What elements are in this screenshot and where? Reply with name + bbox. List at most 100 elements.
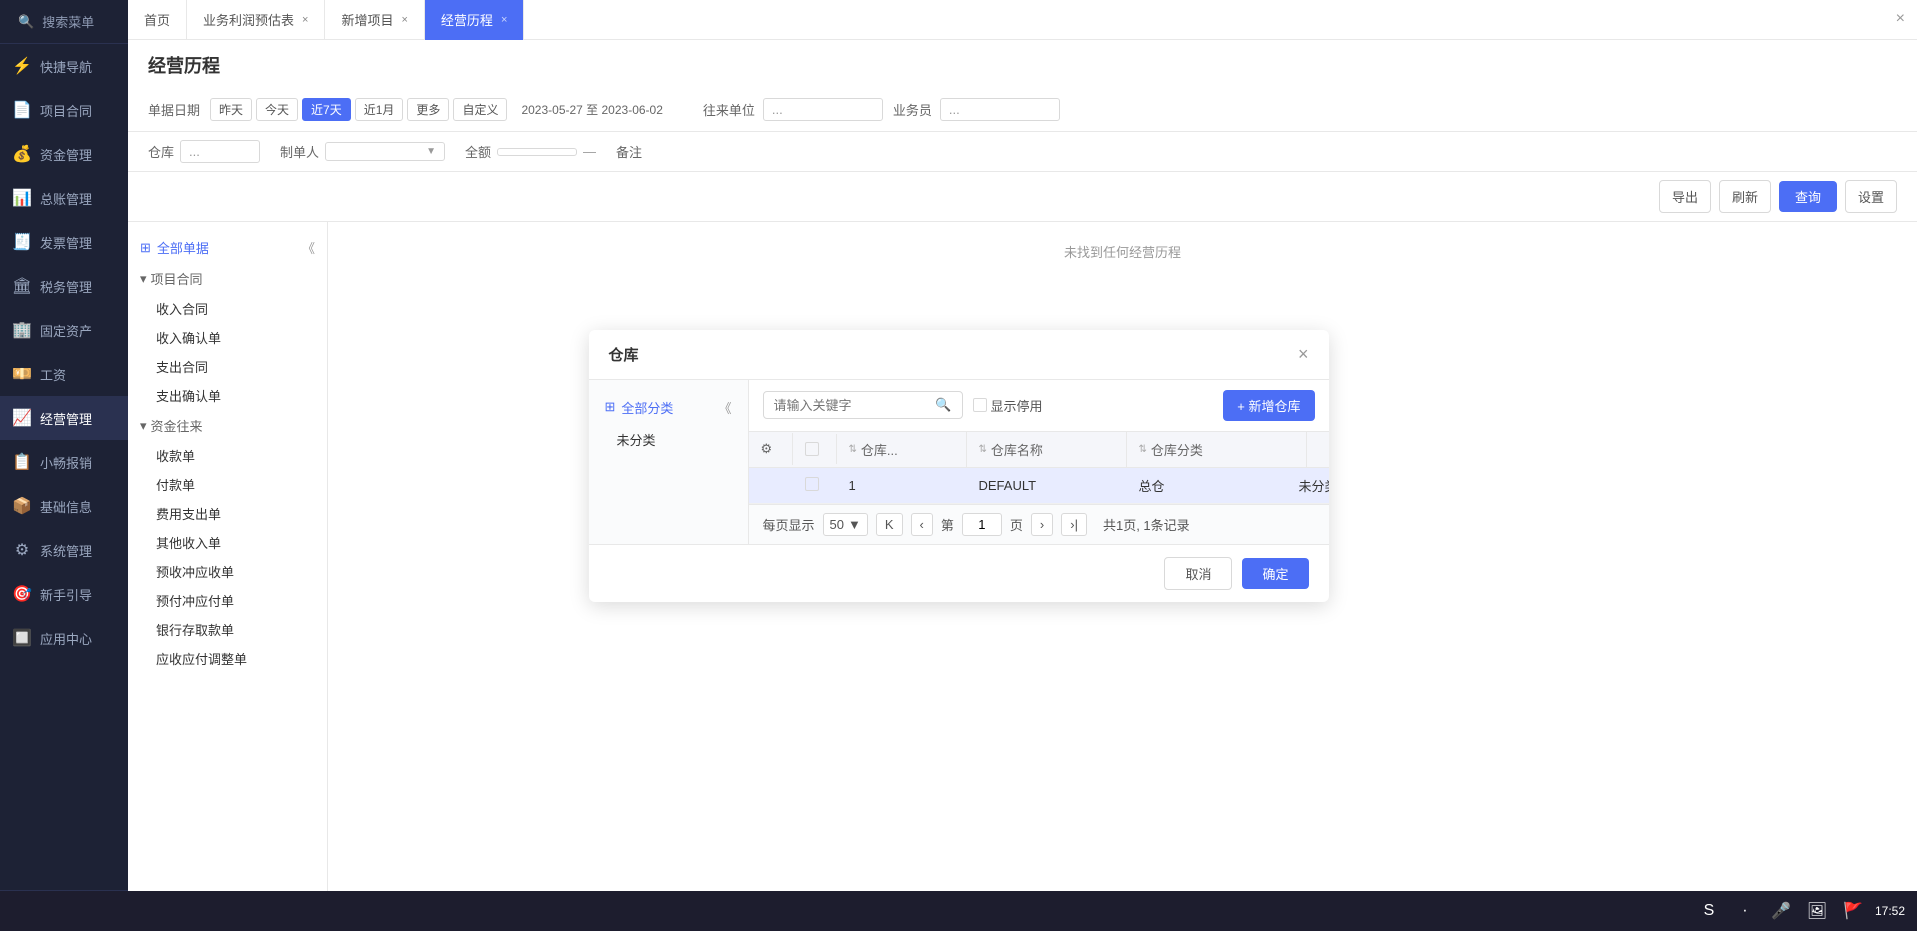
tree-item-bank-deposit[interactable]: 银行存取款单: [128, 615, 327, 644]
select-all-checkbox[interactable]: [805, 442, 819, 456]
tab-new-project-close[interactable]: ×: [401, 14, 407, 26]
salesperson-select[interactable]: ...: [940, 98, 1060, 121]
sidebar-item-operations[interactable]: 📈 经营管理: [0, 396, 128, 440]
th-code-label: 仓库...: [861, 440, 898, 459]
th-category: ⇅ 仓库分类: [1127, 432, 1307, 467]
row-checkbox-1[interactable]: [805, 477, 819, 491]
date-btn-1month[interactable]: 近1月: [355, 98, 404, 121]
modal-cancel-button[interactable]: 取消: [1164, 557, 1232, 590]
modal-content: 🔍 显示停用 + 新增仓库 ⚙: [749, 380, 1329, 544]
all-categories-label: 全部分类: [621, 398, 673, 417]
sidebar-item-salary[interactable]: 💴 工资: [0, 352, 128, 396]
tree-item-payment-confirm[interactable]: 支出确认单: [128, 381, 327, 410]
settings-button[interactable]: 设置: [1845, 180, 1897, 213]
tree-item-ar-ap-adjust[interactable]: 应收应付调整单: [128, 644, 327, 673]
modal-actions: 取消 确定: [589, 544, 1329, 602]
sidebar-item-basic-info[interactable]: 📦 基础信息: [0, 484, 128, 528]
window-close-icon[interactable]: ×: [1896, 10, 1905, 28]
modal-close-icon[interactable]: ×: [1298, 344, 1309, 365]
tabs-bar: 首页 业务利润预估表 × 新增项目 × 经营历程 × ×: [128, 0, 1917, 40]
taskbar-icon-s[interactable]: S: [1695, 897, 1723, 925]
tree-item-other-income[interactable]: 其他收入单: [128, 528, 327, 557]
taskbar-icon-img[interactable]: 🖼: [1803, 897, 1831, 925]
amount-dash: —: [583, 144, 596, 159]
tab-profit-estimate[interactable]: 业务利润预估表 ×: [187, 0, 325, 40]
date-btn-custom[interactable]: 自定义: [453, 98, 507, 121]
modal-sidebar-uncategorized[interactable]: 未分类: [589, 425, 748, 454]
maker-select[interactable]: ▼: [325, 142, 445, 161]
taskbar-icon-mic[interactable]: 🎤: [1767, 897, 1795, 925]
warehouse-select[interactable]: ...: [180, 140, 260, 163]
add-warehouse-button[interactable]: + 新增仓库: [1223, 390, 1314, 421]
sidebar-item-guide[interactable]: 🎯 新手引导: [0, 572, 128, 616]
sidebar-item-ledger[interactable]: 📊 总账管理: [0, 176, 128, 220]
sidebar-item-fund-management[interactable]: 💰 资金管理: [0, 132, 128, 176]
query-button[interactable]: 查询: [1779, 181, 1837, 212]
taskbar-icon-dot[interactable]: ·: [1731, 897, 1759, 925]
modal-page-input[interactable]: [962, 513, 1002, 536]
tree-group-project-contract[interactable]: ▾ 项目合同: [128, 263, 327, 294]
modal-per-page-label: 每页显示: [763, 515, 815, 534]
sidebar-item-fixed-assets[interactable]: 🏢 固定资产: [0, 308, 128, 352]
sidebar-item-invoice[interactable]: 🧾 发票管理: [0, 220, 128, 264]
sidebar-item-system[interactable]: ⚙ 系统管理: [0, 528, 128, 572]
remark-label: 备注: [616, 142, 642, 161]
show-disabled-checkbox[interactable]: [973, 398, 987, 412]
tree-item-income-confirm[interactable]: 收入确认单: [128, 323, 327, 352]
counterpart-select[interactable]: ...: [763, 98, 883, 121]
sidebar-item-quicknav[interactable]: ⚡ 快捷导航: [0, 44, 128, 88]
tree-item-payment[interactable]: 付款单: [128, 470, 327, 499]
date-btn-yesterday[interactable]: 昨天: [210, 98, 252, 121]
sidebar-search-label: 搜索菜单: [42, 12, 94, 31]
date-btn-today[interactable]: 今天: [256, 98, 298, 121]
sidebar-item-app-center[interactable]: 🔲 应用中心: [0, 616, 128, 660]
th-code: ⇅ 仓库...: [837, 432, 967, 467]
modal-first-page-btn[interactable]: K: [876, 513, 903, 536]
filter-area: 单据日期 昨天 今天 近7天 近1月 更多 自定义 2023-05-27 至 2…: [128, 88, 1917, 132]
sidebar-item-project-contract[interactable]: 📄 项目合同: [0, 88, 128, 132]
modal-confirm-button[interactable]: 确定: [1242, 558, 1308, 589]
modal-search-field[interactable]: [774, 398, 930, 413]
tree-item-income-contract[interactable]: 收入合同: [128, 294, 327, 323]
sidebar-item-tax[interactable]: 🏛 税务管理: [0, 264, 128, 308]
taskbar-icon-flag[interactable]: 🚩: [1839, 897, 1867, 925]
modal-prev-page-btn[interactable]: ‹: [911, 513, 933, 536]
action-bar: 导出 刷新 查询 设置: [128, 172, 1917, 222]
tab-new-project[interactable]: 新增项目 ×: [325, 0, 424, 40]
modal-last-page-btn[interactable]: ›|: [1061, 513, 1087, 536]
tree-group-fund[interactable]: ▾ 资金往来: [128, 410, 327, 441]
tab-home[interactable]: 首页: [128, 0, 187, 40]
tab-operations-history[interactable]: 经营历程 ×: [425, 0, 524, 40]
modal-total-text: 共1页, 1条记录: [1103, 515, 1190, 534]
sidebar-search[interactable]: 🔍 搜索菜单: [0, 0, 128, 44]
date-btn-7days[interactable]: 近7天: [302, 98, 351, 121]
tree-item-expense[interactable]: 费用支出单: [128, 499, 327, 528]
tree-item-prepaid-offset[interactable]: 预付冲应付单: [128, 586, 327, 615]
tab-operations-history-close[interactable]: ×: [501, 14, 507, 26]
export-button[interactable]: 导出: [1659, 180, 1711, 213]
sidebar-item-expense[interactable]: 📋 小畅报销: [0, 440, 128, 484]
tree-item-receipt[interactable]: 收款单: [128, 441, 327, 470]
modal-per-page-select[interactable]: 50 ▼: [823, 513, 868, 536]
left-panel-collapse-btn[interactable]: 《: [302, 238, 315, 257]
modal-sidebar-all-categories[interactable]: ⊞ 全部分类: [589, 390, 690, 425]
left-panel-header[interactable]: ⊞ 全部单据 《: [128, 232, 327, 263]
modal-sidebar-collapse-btn[interactable]: 《: [702, 392, 739, 423]
app-center-icon: 🔲: [12, 628, 32, 648]
counterpart-label: 往来单位: [703, 100, 755, 119]
sidebar-item-label: 快捷导航: [40, 57, 92, 76]
modal-next-page-btn[interactable]: ›: [1031, 513, 1053, 536]
date-btn-more[interactable]: 更多: [407, 98, 449, 121]
tab-profit-estimate-close[interactable]: ×: [302, 14, 308, 26]
amount-min-input[interactable]: [497, 148, 577, 156]
taskbar: S · 🎤 🖼 🚩 17:52: [0, 891, 1917, 931]
search-icon[interactable]: 🔍: [935, 397, 951, 413]
settings-icon[interactable]: ⚙: [761, 441, 773, 457]
modal-table-row-1[interactable]: 1 DEFAULT 总仓 未分类: [749, 468, 1329, 504]
tree-arrow-icon: ▾: [140, 271, 147, 287]
modal-body: ⊞ 全部分类 《 未分类 🔍: [589, 380, 1329, 544]
quicknav-icon: ⚡: [12, 56, 32, 76]
tree-item-payment-contract[interactable]: 支出合同: [128, 352, 327, 381]
tree-item-prepay-offset[interactable]: 预收冲应收单: [128, 557, 327, 586]
refresh-button[interactable]: 刷新: [1719, 180, 1771, 213]
